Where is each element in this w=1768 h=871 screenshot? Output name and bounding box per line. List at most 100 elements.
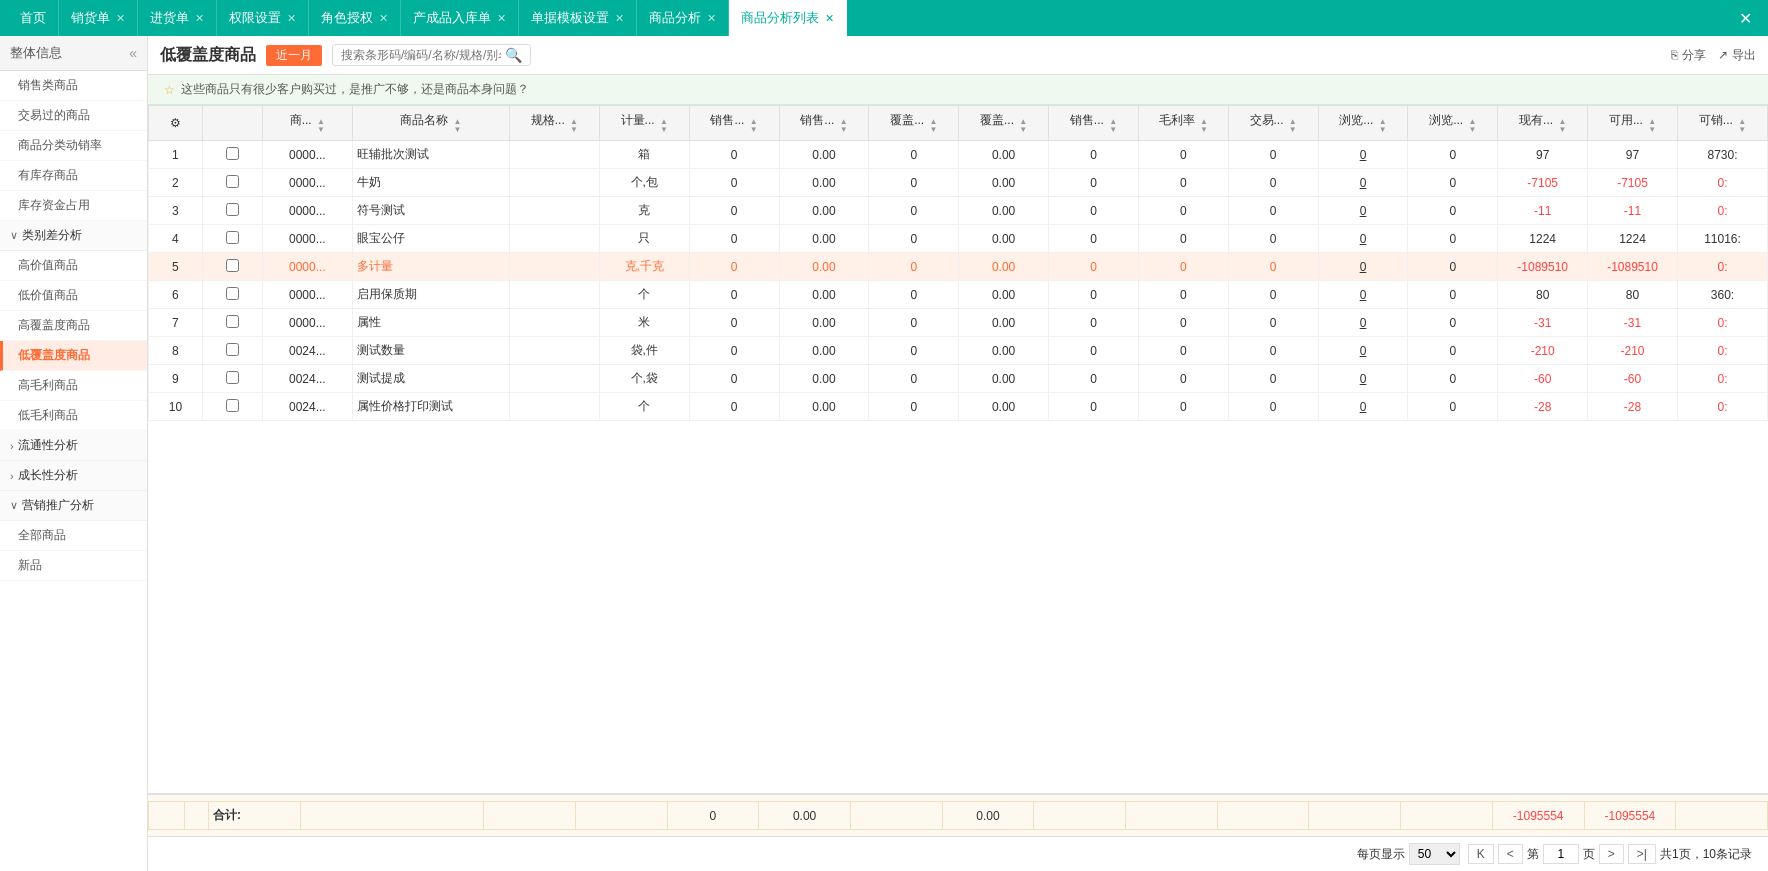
row-checkbox[interactable] <box>226 315 239 328</box>
browse2-column-header[interactable]: 浏览... ▲▼ <box>1408 106 1498 141</box>
sidebar-item-in-stock-goods[interactable]: 有库存商品 <box>0 161 147 191</box>
nav-close-icon[interactable]: ✕ <box>707 12 716 25</box>
row-checkbox-cell[interactable] <box>202 225 262 253</box>
sidebar-item-low-margin[interactable]: 低毛利商品 <box>0 401 147 431</box>
nav-product-inbound[interactable]: 产成品入库单 ✕ <box>401 0 519 36</box>
trans-column-header[interactable]: 交易... ▲▼ <box>1228 106 1318 141</box>
row-browse1[interactable]: 0 <box>1318 309 1408 337</box>
row-checkbox[interactable] <box>226 259 239 272</box>
nav-close-icon[interactable]: ✕ <box>287 12 296 25</box>
nav-close-icon[interactable]: ✕ <box>195 12 204 25</box>
sidebar-item-category-sales-rate[interactable]: 商品分类动销率 <box>0 131 147 161</box>
row-checkbox-cell[interactable] <box>202 141 262 169</box>
collapse-icon[interactable]: « <box>129 45 137 61</box>
sales-qty-column-header[interactable]: 销售... ▲▼ <box>689 106 779 141</box>
row-checkbox[interactable] <box>226 371 239 384</box>
sidebar-item-sales-goods[interactable]: 销售类商品 <box>0 71 147 101</box>
code-column-header[interactable]: 商... ▲▼ <box>262 106 352 141</box>
nav-permissions[interactable]: 权限设置 ✕ <box>217 0 309 36</box>
sidebar-item-high-coverage[interactable]: 高覆盖度商品 <box>0 311 147 341</box>
row-browse1[interactable]: 0 <box>1318 141 1408 169</box>
sidebar-item-high-margin[interactable]: 高毛利商品 <box>0 371 147 401</box>
name-column-header[interactable]: 商品名称 ▲▼ <box>352 106 509 141</box>
row-checkbox[interactable] <box>226 175 239 188</box>
row-browse1[interactable]: 0 <box>1318 197 1408 225</box>
browse1-link[interactable]: 0 <box>1360 372 1367 386</box>
nav-close-icon[interactable]: ✕ <box>615 12 624 25</box>
browse1-link[interactable]: 0 <box>1360 400 1367 414</box>
per-page-select[interactable]: 50 20 100 <box>1409 843 1460 865</box>
prev-page-button[interactable]: < <box>1498 844 1523 864</box>
nav-close-icon[interactable]: ✕ <box>116 12 125 25</box>
sidebar-group-growth[interactable]: › 成长性分析 <box>0 461 147 491</box>
row-browse1[interactable]: 0 <box>1318 281 1408 309</box>
sidebar-item-new-goods[interactable]: 新品 <box>0 551 147 581</box>
nav-close-icon[interactable]: ✕ <box>379 12 388 25</box>
first-page-button[interactable]: K <box>1468 844 1494 864</box>
sidebar-group-liquidity[interactable]: › 流通性分析 <box>0 431 147 461</box>
row-checkbox[interactable] <box>226 343 239 356</box>
row-browse1[interactable]: 0 <box>1318 225 1408 253</box>
nav-product-analysis-list[interactable]: 商品分析列表 ✕ <box>729 0 847 36</box>
share-button[interactable]: ⎘ 分享 <box>1671 47 1706 64</box>
row-browse1[interactable]: 0 <box>1318 393 1408 421</box>
time-filter-button[interactable]: 近一月 <box>266 45 322 66</box>
nav-sales-order[interactable]: 销货单 ✕ <box>59 0 138 36</box>
cover1-column-header[interactable]: 覆盖... ▲▼ <box>869 106 959 141</box>
browse1-link[interactable]: 0 <box>1360 288 1367 302</box>
sales-amt-column-header[interactable]: 销售... ▲▼ <box>779 106 869 141</box>
row-checkbox[interactable] <box>226 203 239 216</box>
nav-home[interactable]: 首页 <box>8 0 59 36</box>
settings-column-header[interactable]: ⚙ <box>149 106 203 141</box>
row-checkbox-cell[interactable] <box>202 309 262 337</box>
row-checkbox-cell[interactable] <box>202 393 262 421</box>
nav-template-settings[interactable]: 单据模板设置 ✕ <box>519 0 637 36</box>
page-number-input[interactable] <box>1543 844 1579 864</box>
browse1-link[interactable]: 0 <box>1360 204 1367 218</box>
row-checkbox[interactable] <box>226 147 239 160</box>
row-checkbox[interactable] <box>226 287 239 300</box>
row-checkbox[interactable] <box>226 231 239 244</box>
export-button[interactable]: ↗ 导出 <box>1718 47 1756 64</box>
row-browse1[interactable]: 0 <box>1318 169 1408 197</box>
row-browse1[interactable]: 0 <box>1318 337 1408 365</box>
nav-close-icon[interactable]: ✕ <box>497 12 506 25</box>
row-checkbox[interactable] <box>226 399 239 412</box>
row-checkbox-cell[interactable] <box>202 197 262 225</box>
sidebar-item-traded-goods[interactable]: 交易过的商品 <box>0 101 147 131</box>
sellable-column-header[interactable]: 可销... ▲▼ <box>1677 106 1767 141</box>
sidebar-item-low-value[interactable]: 低价值商品 <box>0 281 147 311</box>
last-page-button[interactable]: >| <box>1628 844 1656 864</box>
gross-rate-column-header[interactable]: 毛利率 ▲▼ <box>1138 106 1228 141</box>
sales2-column-header[interactable]: 销售... ▲▼ <box>1049 106 1139 141</box>
row-browse1[interactable]: 0 <box>1318 365 1408 393</box>
sidebar-group-category-analysis[interactable]: ∨ 类别差分析 <box>0 221 147 251</box>
sidebar-header[interactable]: 整体信息 « <box>0 36 147 71</box>
browse1-link[interactable]: 0 <box>1360 176 1367 190</box>
browse1-link[interactable]: 0 <box>1360 344 1367 358</box>
available-column-header[interactable]: 可用... ▲▼ <box>1588 106 1678 141</box>
row-checkbox-cell[interactable] <box>202 337 262 365</box>
search-input[interactable] <box>341 48 501 62</box>
browse1-link[interactable]: 0 <box>1360 260 1367 274</box>
row-checkbox-cell[interactable] <box>202 281 262 309</box>
nav-product-analysis[interactable]: 商品分析 ✕ <box>637 0 729 36</box>
sidebar-item-stock-capital[interactable]: 库存资金占用 <box>0 191 147 221</box>
browse1-column-header[interactable]: 浏览... ▲▼ <box>1318 106 1408 141</box>
sidebar-group-marketing[interactable]: ∨ 营销推广分析 <box>0 491 147 521</box>
next-page-button[interactable]: > <box>1599 844 1624 864</box>
nav-purchase-order[interactable]: 进货单 ✕ <box>138 0 217 36</box>
browse1-link[interactable]: 0 <box>1360 232 1367 246</box>
sidebar-item-all-goods[interactable]: 全部商品 <box>0 521 147 551</box>
row-browse1[interactable]: 0 <box>1318 253 1408 281</box>
unit-column-header[interactable]: 计量... ▲▼ <box>599 106 689 141</box>
row-checkbox-cell[interactable] <box>202 169 262 197</box>
window-close-button[interactable]: ✕ <box>1731 9 1760 28</box>
browse1-link[interactable]: 0 <box>1360 148 1367 162</box>
browse1-link[interactable]: 0 <box>1360 316 1367 330</box>
sidebar-item-high-value[interactable]: 高价值商品 <box>0 251 147 281</box>
nav-role-auth[interactable]: 角色授权 ✕ <box>309 0 401 36</box>
spec-column-header[interactable]: 规格... ▲▼ <box>509 106 599 141</box>
cover2-column-header[interactable]: 覆盖... ▲▼ <box>959 106 1049 141</box>
row-checkbox-cell[interactable] <box>202 253 262 281</box>
